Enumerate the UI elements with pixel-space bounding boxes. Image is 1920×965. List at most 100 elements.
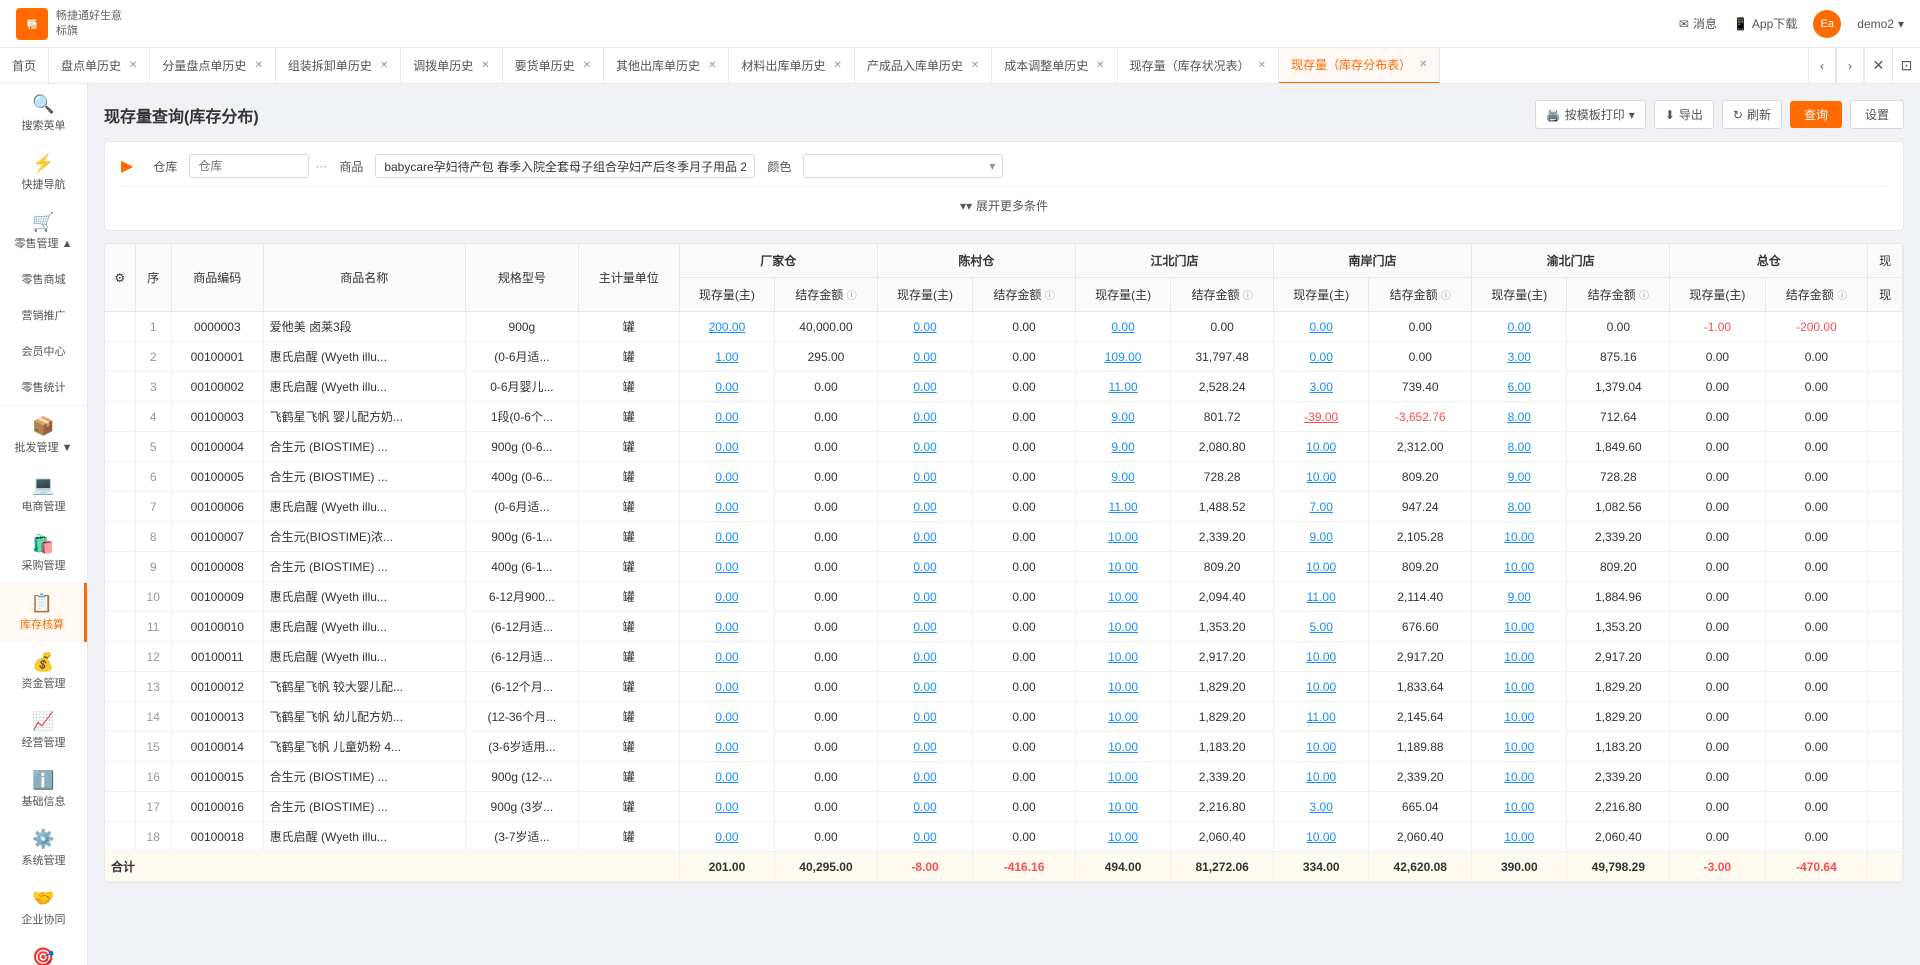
table-row: 3 00100002 惠氏启醒 (Wyeth illu... 0-6月婴儿...… xyxy=(105,372,1903,402)
sidebar-item-search[interactable]: 🔍 搜索英单 xyxy=(0,84,87,143)
col-group-na: 南岸门店 xyxy=(1274,244,1472,278)
tab-diaob[interactable]: 调拨单历史 ✕ xyxy=(401,48,502,84)
cc-qty: 0.00 xyxy=(877,462,972,492)
cc-qty: 0.00 xyxy=(877,402,972,432)
yb-amt: 2,339.20 xyxy=(1567,762,1670,792)
tab-close[interactable]: ✕ xyxy=(129,60,137,71)
cc-qty: 0.00 xyxy=(877,522,972,552)
col-cf-qty: 现存量(主) xyxy=(679,278,774,312)
yb-amt: 712.64 xyxy=(1567,402,1670,432)
sidebar-item-wholesale[interactable]: 📦 批发管理 ▼ xyxy=(0,406,87,465)
tab-next-btn[interactable]: › xyxy=(1836,48,1864,84)
col-na-qty: 现存量(主) xyxy=(1274,278,1369,312)
sidebar-item-guide[interactable]: 🎯 新手引导 xyxy=(0,937,87,965)
tab-home[interactable]: 首页 xyxy=(0,48,49,84)
tab-close[interactable]: ✕ xyxy=(380,60,388,71)
goods-input[interactable] xyxy=(375,154,755,178)
tab-cailiao[interactable]: 材料出库单历史 ✕ xyxy=(729,48,854,84)
tab-chengben[interactable]: 成本调整单历史 ✕ xyxy=(992,48,1117,84)
tab-close[interactable]: ✕ xyxy=(481,60,489,71)
tab-close[interactable]: ✕ xyxy=(971,60,979,71)
expand-arrow[interactable]: ▶ xyxy=(121,156,133,176)
jb-amt: 728.28 xyxy=(1171,462,1274,492)
tab-close[interactable]: ✕ xyxy=(1419,59,1427,70)
jb-qty: 10.00 xyxy=(1075,762,1170,792)
message-btn[interactable]: ✉ 消息 xyxy=(1679,15,1717,32)
refresh-btn[interactable]: ↻ 刷新 xyxy=(1722,100,1782,129)
total-qty: 0.00 xyxy=(1670,372,1765,402)
info-icon[interactable]: ⓘ xyxy=(1441,291,1451,302)
sidebar-item-inventory[interactable]: 📋 库存核算 xyxy=(0,583,87,642)
export-btn[interactable]: ⬇ 导出 xyxy=(1654,100,1714,129)
sidebar-item-ecom[interactable]: 💻 电商管理 xyxy=(0,465,87,524)
sidebar-item-purchase[interactable]: 🛍️ 采购管理 xyxy=(0,524,87,583)
total-amt: 0.00 xyxy=(1765,672,1868,702)
col-spec-cell: (6-12月适... xyxy=(465,612,578,642)
color-input[interactable] xyxy=(803,154,1003,178)
tab-close-all-btn[interactable]: ✕ xyxy=(1864,48,1892,84)
sidebar-item-operations[interactable]: 📈 经营管理 xyxy=(0,701,87,760)
sidebar-item-sys[interactable]: ⚙️ 系统管理 xyxy=(0,819,87,878)
yb-amt: 1,849.60 xyxy=(1567,432,1670,462)
tab-close[interactable]: ✕ xyxy=(583,60,591,71)
tab-close[interactable]: ✕ xyxy=(1258,60,1266,71)
col-spec-cell: 400g (6-1... xyxy=(465,552,578,582)
info-icon[interactable]: ⓘ xyxy=(1243,291,1253,302)
query-btn[interactable]: 查询 xyxy=(1790,101,1842,128)
jb-qty: 9.00 xyxy=(1075,402,1170,432)
sidebar-item-retail-mgmt[interactable]: 🛒 零售管理 ▲ xyxy=(0,202,87,261)
info-icon[interactable]: ⓘ xyxy=(1045,291,1055,302)
col-gear-cell xyxy=(105,582,135,612)
tab-prev-btn[interactable]: ‹ xyxy=(1808,48,1836,84)
sidebar-item-marketing[interactable]: 营销推广 xyxy=(0,297,87,333)
tab-zuhe[interactable]: 组装拆卸单历史 ✕ xyxy=(276,48,401,84)
jb-qty: 11.00 xyxy=(1075,492,1170,522)
cc-amt: 0.00 xyxy=(973,702,1076,732)
sidebar-item-collab[interactable]: 🤝 企业协同 xyxy=(0,878,87,937)
tab-yaohuo[interactable]: 要货单历史 ✕ xyxy=(503,48,604,84)
col-name-cell: 合生元 (BIOSTIME) ... xyxy=(263,792,465,822)
user-name[interactable]: demo2 ▾ xyxy=(1857,17,1904,31)
sidebar-item-retail-shop[interactable]: 零售商城 xyxy=(0,261,87,297)
tab-expand-btn[interactable]: ⊡ xyxy=(1892,48,1920,84)
expand-conditions-btn[interactable]: ▾▾ 展开更多条件 xyxy=(952,193,1056,218)
total-amt: 0.00 xyxy=(1765,582,1868,612)
yb-amt: 1,884.96 xyxy=(1567,582,1670,612)
col-code-cell: 00100012 xyxy=(171,672,263,702)
tab-close[interactable]: ✕ xyxy=(833,60,841,71)
print-btn[interactable]: 🖨️ 按模板打印 ▾ xyxy=(1535,100,1646,129)
yb-qty: 8.00 xyxy=(1472,492,1567,522)
sidebar-item-nav[interactable]: ⚡ 快捷导航 xyxy=(0,143,87,202)
na-qty: 0.00 xyxy=(1274,342,1369,372)
app-download-btn[interactable]: 📱 App下载 xyxy=(1733,15,1797,32)
total-amt: 0.00 xyxy=(1765,552,1868,582)
tab-qitachu[interactable]: 其他出库单历史 ✕ xyxy=(604,48,729,84)
sidebar-item-finance[interactable]: 💰 资金管理 xyxy=(0,642,87,701)
tab-kucun-state[interactable]: 现存量（库存状况表）✕ xyxy=(1118,48,1279,84)
yb-qty: 8.00 xyxy=(1472,432,1567,462)
info-icon[interactable]: ⓘ xyxy=(1639,291,1649,302)
col-unit-cell: 罐 xyxy=(578,792,679,822)
tab-pandian[interactable]: 盘点单历史 ✕ xyxy=(49,48,150,84)
sidebar-item-member[interactable]: 会员中心 xyxy=(0,333,87,369)
total-qty: 0.00 xyxy=(1670,582,1765,612)
cc-amt: 0.00 xyxy=(973,822,1076,852)
jb-qty: 10.00 xyxy=(1075,612,1170,642)
sidebar-item-base[interactable]: ℹ️ 基础信息 xyxy=(0,760,87,819)
info-icon[interactable]: ⓘ xyxy=(1837,291,1847,302)
tab-close[interactable]: ✕ xyxy=(708,60,716,71)
user-avatar[interactable]: Ea xyxy=(1813,10,1841,38)
na-qty: 10.00 xyxy=(1274,432,1369,462)
col-name-cell: 惠氏启醒 (Wyeth illu... xyxy=(263,372,465,402)
curr-cell xyxy=(1868,702,1903,732)
tab-fenpan[interactable]: 分量盘点单历史 ✕ xyxy=(150,48,275,84)
tab-close[interactable]: ✕ xyxy=(1096,60,1104,71)
tab-close[interactable]: ✕ xyxy=(254,60,262,71)
tab-chancheng[interactable]: 产成品入库单历史 ✕ xyxy=(855,48,992,84)
col-unit-cell: 罐 xyxy=(578,402,679,432)
setting-btn[interactable]: 设置 xyxy=(1850,100,1904,129)
warehouse-input[interactable] xyxy=(189,154,309,178)
sidebar-item-retail-stat[interactable]: 零售统计 xyxy=(0,369,87,405)
info-icon[interactable]: ⓘ xyxy=(847,291,857,302)
tab-kucun-dist[interactable]: 现存量（库存分布表）✕ xyxy=(1279,48,1440,84)
